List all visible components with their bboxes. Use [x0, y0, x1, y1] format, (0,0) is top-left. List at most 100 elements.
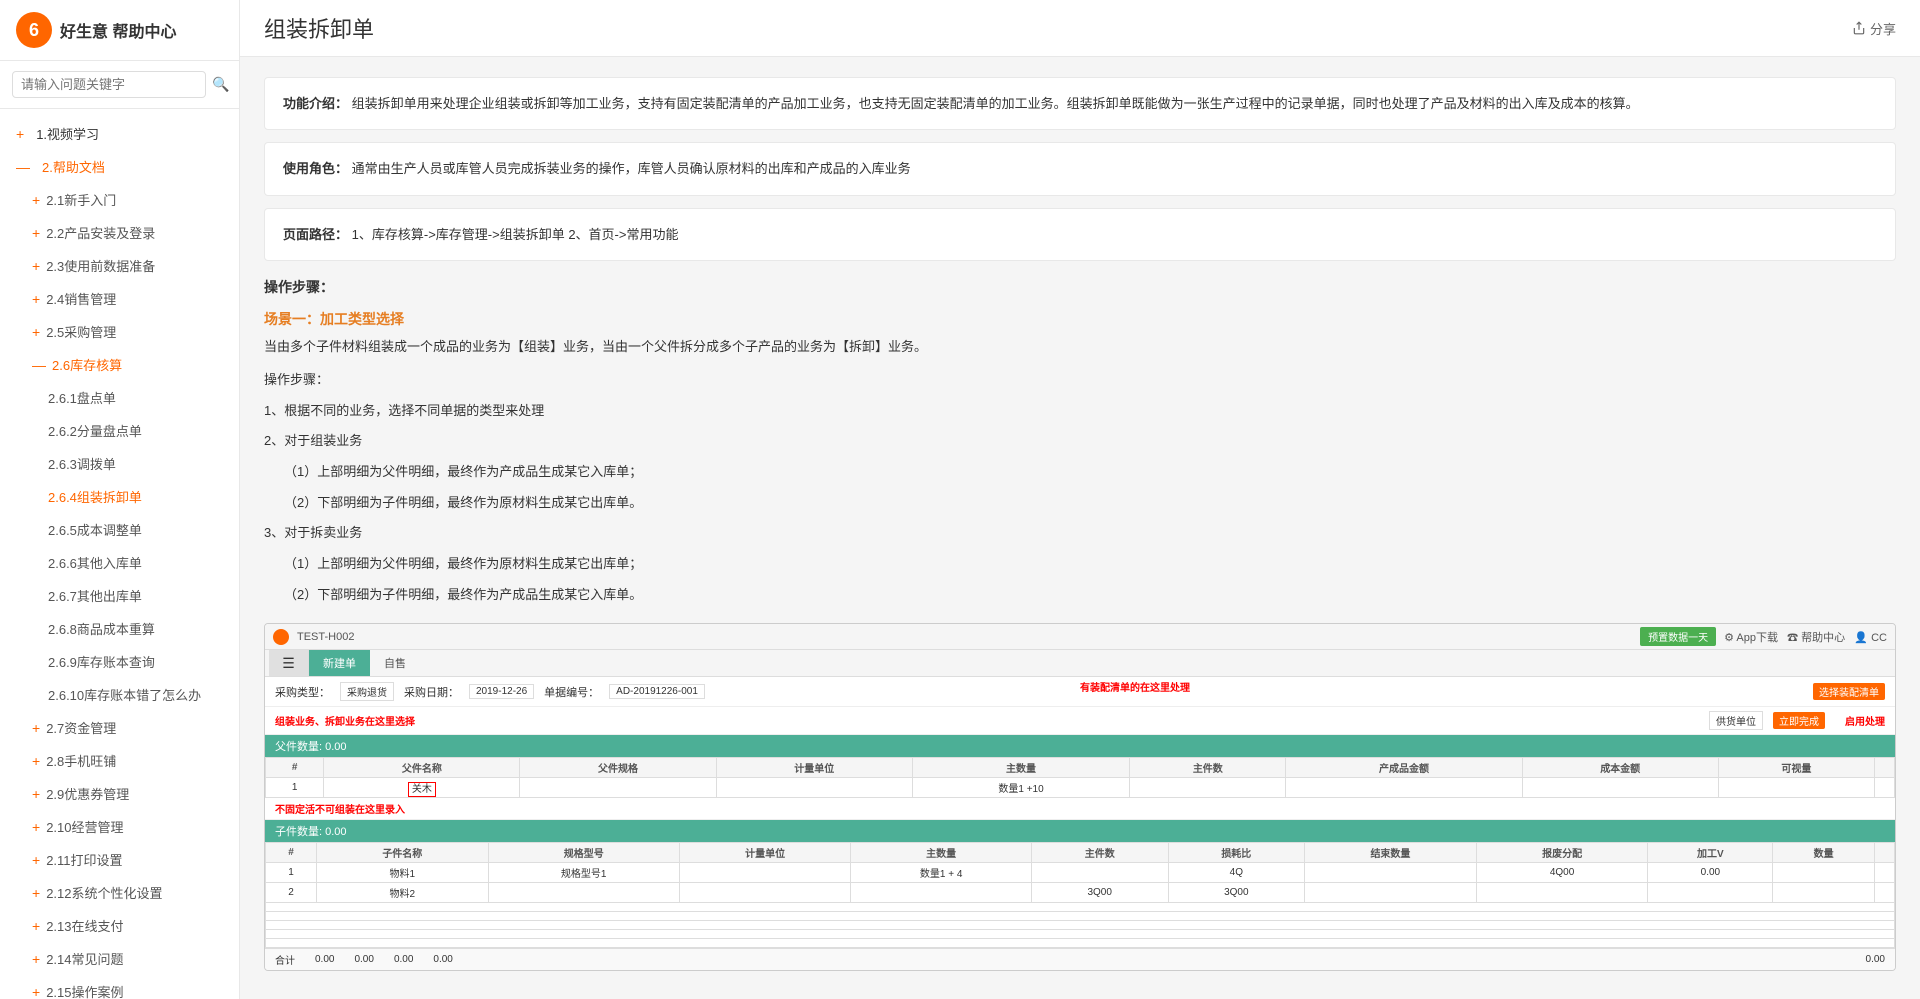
- sidebar-item-label: 2.6.6其他入库单: [48, 553, 142, 572]
- sidebar-item-onlinepay[interactable]: + 2.13在线支付: [0, 909, 239, 942]
- sidebar-item-ops[interactable]: + 2.10经营管理: [0, 810, 239, 843]
- scene1-title: 场景一：加工类型选择: [264, 309, 1896, 329]
- collapse-icon: —: [32, 357, 46, 373]
- step3-2: （2）下部明细为子件明细，最终作为产成品生成某它入库单。: [264, 583, 1896, 608]
- sidebar-item-label: 2.6.5成本调整单: [48, 520, 142, 539]
- sidebar-item-purchase[interactable]: + 2.5采购管理: [0, 315, 239, 348]
- total-row: 合计 0.00 0.00 0.00 0.00 0.00: [265, 948, 1895, 970]
- sidebar-item-print[interactable]: + 2.11打印设置: [0, 843, 239, 876]
- sub-col-action: [1875, 843, 1895, 863]
- sidebar-item-label: 2.6.9库存账本查询: [48, 652, 155, 671]
- search-input[interactable]: [12, 71, 206, 98]
- tab-self[interactable]: 自售: [370, 650, 420, 676]
- sidebar-item-label: 2.7资金管理: [46, 718, 116, 737]
- sidebar-item-inventory[interactable]: — 2.6库存核算: [0, 348, 239, 381]
- expand-icon: +: [32, 258, 40, 274]
- screenshot-container: TEST-H002 预置数据一天 ⚙ App下载 ☎ 帮助中心 👤 CC ☰ 新…: [264, 623, 1896, 971]
- col-unit: 计量单位: [716, 758, 912, 778]
- col-qty: 主数量: [912, 758, 1129, 778]
- expand-icon: +: [32, 720, 40, 736]
- sidebar-item-label: 2.1新手入门: [46, 190, 116, 209]
- tab-active[interactable]: 新建单: [309, 650, 370, 676]
- sidebar-item-label: 2.2产品安装及登录: [46, 223, 155, 242]
- ops-section: 操作步骤： 场景一：加工类型选择 当由多个子件材料组装成一个成品的业务为【组装】…: [264, 277, 1896, 607]
- sub-col-count: 主件数: [1031, 843, 1168, 863]
- sidebar-item-otherout[interactable]: 2.6.7其他出库单: [0, 579, 239, 612]
- sub-col-amount: 数量: [1773, 843, 1875, 863]
- section-header-sub: 子件数量: 0.00: [265, 820, 1895, 842]
- scene1-desc: 当由多个子件材料组装成一个成品的业务为【组装】业务，当由一个父件拆分成多个子产品…: [264, 335, 1896, 360]
- sub-col-unit: 计量单位: [679, 843, 851, 863]
- sidebar-item-docs[interactable]: — 2.帮助文档: [0, 150, 239, 183]
- step2-2: （2）下部明细为子件明细，最终作为原材料生成某它出库单。: [264, 491, 1896, 516]
- app-id: TEST-H002: [297, 631, 354, 643]
- func-intro-label: 功能介绍：: [283, 96, 348, 111]
- sidebar-item-data[interactable]: + 2.3使用前数据准备: [0, 249, 239, 282]
- sidebar-item-new[interactable]: + 2.1新手入门: [0, 183, 239, 216]
- sidebar: 6 好生意 帮助中心 🔍 + 1.视频学习 — 2.帮助文档 + 2.1新手入门…: [0, 0, 240, 999]
- form-date-input[interactable]: 2019-12-26: [469, 684, 534, 699]
- sidebar-item-faq[interactable]: + 2.14常见问题: [0, 942, 239, 975]
- col-parent-name: 父件名称: [324, 758, 520, 778]
- sidebar-item-sysconfig[interactable]: + 2.12系统个性化设置: [0, 876, 239, 909]
- expand-icon: +: [32, 324, 40, 340]
- sidebar-item-costadj[interactable]: 2.6.5成本调整单: [0, 513, 239, 546]
- sidebar-item-label: 2.帮助文档: [42, 157, 105, 176]
- sidebar-item-mobile[interactable]: + 2.8手机旺铺: [0, 744, 239, 777]
- share-icon: [1852, 21, 1866, 35]
- preset-data-btn[interactable]: 预置数据一天: [1640, 627, 1716, 646]
- expand-icon: +: [32, 225, 40, 241]
- table-row: [266, 939, 1895, 948]
- top-bar: 组装拆卸单 分享: [240, 0, 1920, 57]
- collapse-icon: —: [16, 159, 36, 175]
- expand-icon: +: [32, 192, 40, 208]
- table-row: [266, 912, 1895, 921]
- sidebar-item-otherin[interactable]: 2.6.6其他入库单: [0, 546, 239, 579]
- sidebar-item-stockerror[interactable]: 2.6.10库存账本错了怎么办: [0, 678, 239, 711]
- supplier-input[interactable]: 供货单位: [1709, 711, 1763, 730]
- sidebar-item-label: 2.6库存核算: [52, 355, 122, 374]
- search-icon[interactable]: 🔍: [212, 76, 229, 93]
- sidebar-item-splitstock[interactable]: 2.6.2分量盘点单: [0, 414, 239, 447]
- parent-name-cell[interactable]: 关木: [408, 782, 436, 797]
- sub-col-end-qty: 结束数量: [1305, 843, 1477, 863]
- sidebar-item-video[interactable]: + 1.视频学习: [0, 117, 239, 150]
- page-title: 组装拆卸单: [264, 12, 374, 44]
- confirm-btn[interactable]: 立即完成: [1773, 712, 1825, 729]
- sidebar-item-install[interactable]: + 2.2产品安装及登录: [0, 216, 239, 249]
- role-intro-block: 使用角色： 通常由生产人员或库管人员完成拆装业务的操作，库管人员确认原材料的出库…: [264, 142, 1896, 195]
- sidebar-item-stocktake[interactable]: 2.6.1盘点单: [0, 381, 239, 414]
- sidebar-item-coupon[interactable]: + 2.9优惠券管理: [0, 777, 239, 810]
- func-intro-text: 组装拆卸单用来处理企业组装或拆卸等加工业务，支持有固定装配清单的产品加工业务，也…: [352, 96, 1639, 111]
- sidebar-item-cases[interactable]: + 2.15操作案例: [0, 975, 239, 999]
- sidebar-item-stockcheck[interactable]: 2.6.9库存账本查询: [0, 645, 239, 678]
- sidebar-item-sales[interactable]: + 2.4销售管理: [0, 282, 239, 315]
- sidebar-item-finance[interactable]: + 2.7资金管理: [0, 711, 239, 744]
- sidebar-toggle-icon[interactable]: ☰: [269, 650, 309, 676]
- sidebar-item-label: 2.4销售管理: [46, 289, 116, 308]
- sidebar-item-goodscost[interactable]: 2.6.8商品成本重算: [0, 612, 239, 645]
- form-order-label: 单据编号：: [544, 684, 599, 700]
- sub-col-qty: 主数量: [851, 843, 1032, 863]
- sidebar-item-label: 2.3使用前数据准备: [46, 256, 155, 275]
- form-type-select[interactable]: 采购退货: [340, 682, 394, 701]
- sidebar-item-label: 2.13在线支付: [46, 916, 123, 935]
- sidebar-item-assembly[interactable]: 2.6.4组装拆卸单: [0, 480, 239, 513]
- sidebar-item-adjust[interactable]: 2.6.3调拨单: [0, 447, 239, 480]
- col-num: #: [266, 758, 324, 778]
- sidebar-item-label: 2.6.3调拨单: [48, 454, 116, 473]
- sub-col-num: #: [266, 843, 317, 863]
- table-row: 2 物料2 3Q00 3Q00: [266, 883, 1895, 903]
- ops-title: 操作步骤：: [264, 277, 1896, 297]
- form-order-input[interactable]: AD-20191226-001: [609, 684, 705, 699]
- select-bom-btn[interactable]: 选择装配清单: [1813, 683, 1885, 700]
- share-label: 分享: [1870, 19, 1896, 38]
- step3: 3、对于拆卖业务: [264, 521, 1896, 546]
- col-action: [1875, 758, 1895, 778]
- sidebar-item-label: 2.6.2分量盘点单: [48, 421, 142, 440]
- table-row: 1 物料1 规格型号1 数量1 + 4 4Q 4Q00 0.00: [266, 863, 1895, 883]
- step2-1: （1）上部明细为父件明细，最终作为产成品生成某它入库单；: [264, 460, 1896, 485]
- share-button[interactable]: 分享: [1852, 19, 1896, 38]
- nav-tree: + 1.视频学习 — 2.帮助文档 + 2.1新手入门 + 2.2产品安装及登录…: [0, 109, 239, 999]
- app-logo-icon: [273, 629, 289, 645]
